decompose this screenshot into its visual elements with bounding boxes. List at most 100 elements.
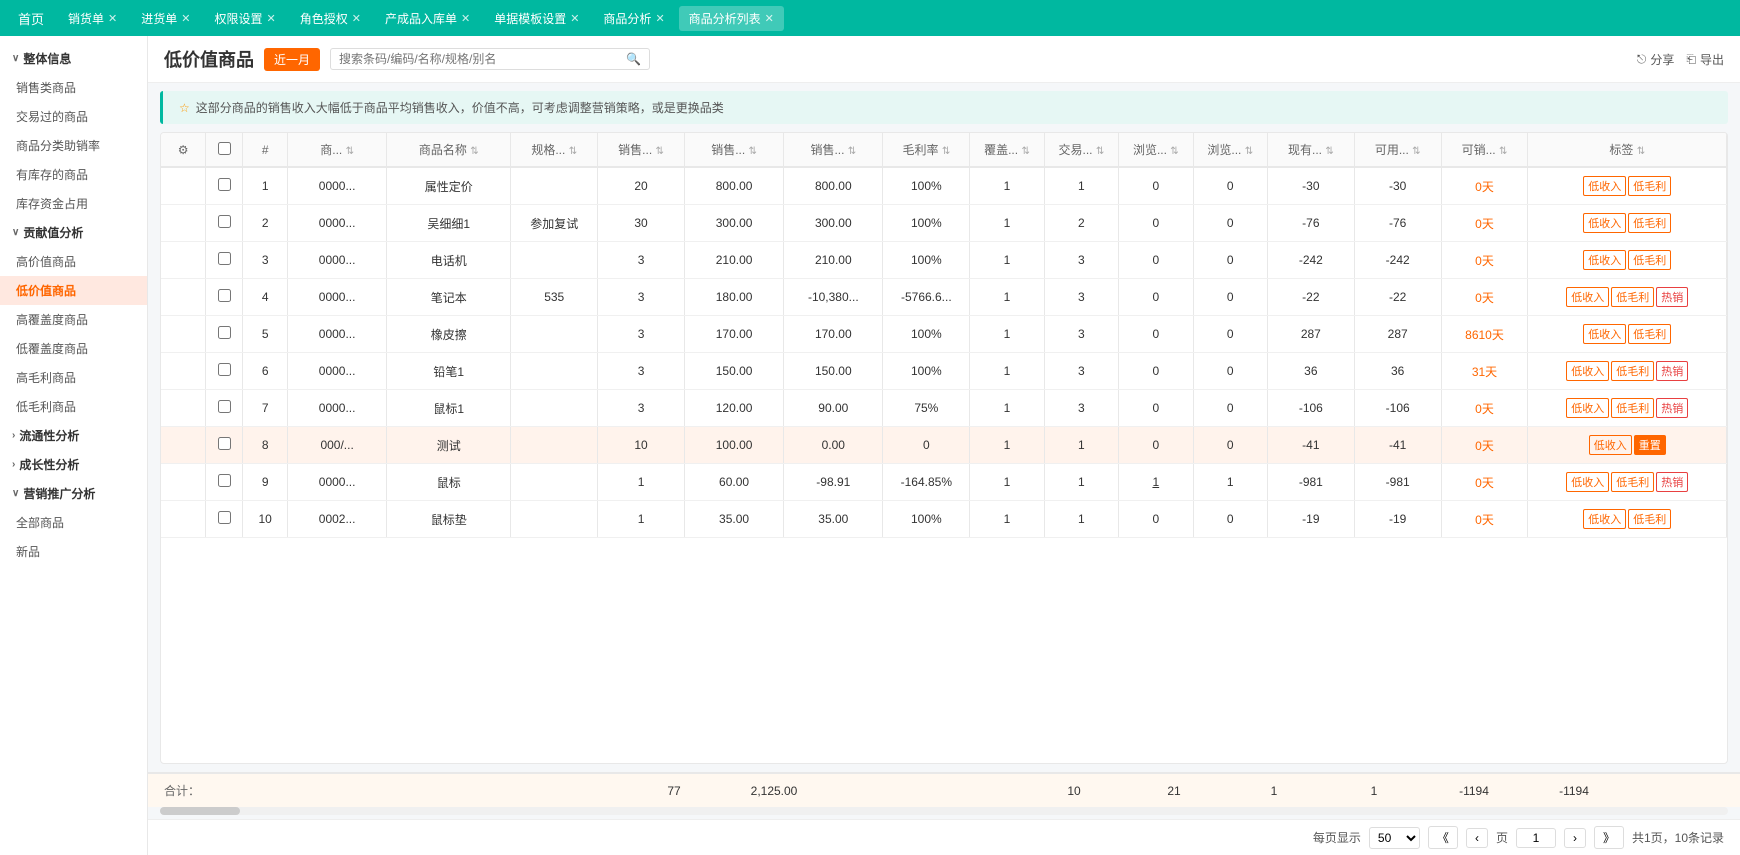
th-name[interactable]: 商品名称 ⇅	[387, 133, 511, 167]
sidebar-item-traded-products[interactable]: 交易过的商品	[0, 102, 147, 131]
sidebar-item-category-rate[interactable]: 商品分类助销率	[0, 131, 147, 160]
sidebar-item-sales-products[interactable]: 销售类商品	[0, 73, 147, 102]
cell-browse1[interactable]: 0	[1119, 316, 1193, 353]
horizontal-scrollbar[interactable]	[160, 807, 1728, 815]
sidebar-group-overall[interactable]: ∨ 整体信息	[0, 44, 147, 73]
close-icon[interactable]: ✕	[570, 12, 579, 25]
close-icon[interactable]: ✕	[267, 12, 276, 25]
sidebar-item-stock-capital[interactable]: 库存资金占用	[0, 189, 147, 218]
sidebar-item-stock-products[interactable]: 有库存的商品	[0, 160, 147, 189]
close-icon[interactable]: ✕	[461, 12, 470, 25]
cell-browse1[interactable]: 0	[1119, 390, 1193, 427]
th-settings[interactable]: ⚙	[161, 133, 206, 167]
page-number-input[interactable]	[1516, 828, 1556, 848]
nav-purchase[interactable]: 进货单 ✕	[131, 6, 200, 31]
row-checkbox[interactable]	[218, 511, 231, 524]
cell-browse1[interactable]: 1	[1119, 464, 1193, 501]
cell-browse1[interactable]: 0	[1119, 279, 1193, 316]
cell-coverage: 1	[970, 279, 1044, 316]
sidebar-item-new-products[interactable]: 新品	[0, 537, 147, 566]
sidebar-item-high-margin[interactable]: 高毛利商品	[0, 363, 147, 392]
cell-browse1[interactable]: 0	[1119, 427, 1193, 464]
search-icon[interactable]: 🔍	[626, 52, 641, 66]
cell-checkbox[interactable]	[206, 464, 243, 501]
prev-page-button[interactable]: ‹	[1466, 828, 1488, 848]
nav-permission[interactable]: 权限设置 ✕	[204, 6, 285, 31]
data-table-container[interactable]: ⚙ # 商... ⇅ 商品名称 ⇅ 规格... ⇅ 销售... ⇅ 销售... …	[160, 132, 1728, 764]
th-col3[interactable]: 销售... ⇅	[784, 133, 883, 167]
last-page-button[interactable]: 》	[1594, 826, 1624, 849]
th-stock3[interactable]: 可销... ⇅	[1441, 133, 1528, 167]
nav-product-analysis[interactable]: 商品分析 ✕	[593, 6, 674, 31]
date-filter-button[interactable]: 近一月	[264, 48, 320, 71]
cell-browse1[interactable]: 0	[1119, 501, 1193, 538]
row-checkbox[interactable]	[218, 178, 231, 191]
th-browse1[interactable]: 浏览... ⇅	[1119, 133, 1193, 167]
sidebar-group-contribution[interactable]: ∨ 贡献值分析	[0, 218, 147, 247]
close-icon[interactable]: ✕	[352, 12, 361, 25]
row-checkbox[interactable]	[218, 474, 231, 487]
th-checkbox[interactable]	[206, 133, 243, 167]
th-stock1[interactable]: 现有... ⇅	[1267, 133, 1354, 167]
search-input[interactable]	[339, 52, 620, 66]
cell-checkbox[interactable]	[206, 427, 243, 464]
next-page-button[interactable]: ›	[1564, 828, 1586, 848]
sidebar-item-all-products[interactable]: 全部商品	[0, 508, 147, 537]
first-page-button[interactable]: 《	[1428, 826, 1458, 849]
export-button[interactable]: ⎗ 导出	[1686, 51, 1724, 68]
cell-browse1[interactable]: 0	[1119, 353, 1193, 390]
cell-checkbox[interactable]	[206, 390, 243, 427]
sidebar-item-low-value[interactable]: 低价值商品	[0, 276, 147, 305]
cell-checkbox[interactable]	[206, 205, 243, 242]
th-margin[interactable]: 毛利率 ⇅	[883, 133, 970, 167]
close-icon[interactable]: ✕	[181, 12, 190, 25]
row-checkbox[interactable]	[218, 437, 231, 450]
cell-checkbox[interactable]	[206, 316, 243, 353]
close-icon[interactable]: ✕	[655, 12, 664, 25]
row-checkbox[interactable]	[218, 215, 231, 228]
sidebar-item-high-coverage[interactable]: 高覆盖度商品	[0, 305, 147, 334]
sidebar-group-liquidity[interactable]: › 流通性分析	[0, 421, 147, 450]
cell-checkbox[interactable]	[206, 501, 243, 538]
nav-home[interactable]: 首页	[8, 5, 54, 32]
sidebar-item-low-coverage[interactable]: 低覆盖度商品	[0, 334, 147, 363]
th-code[interactable]: 商... ⇅	[288, 133, 387, 167]
th-tags[interactable]: 标签 ⇅	[1528, 133, 1727, 167]
per-page-select[interactable]: 50 100 200	[1369, 827, 1420, 849]
cell-checkbox[interactable]	[206, 167, 243, 205]
cell-checkbox[interactable]	[206, 279, 243, 316]
close-icon[interactable]: ✕	[765, 12, 774, 25]
sidebar-group-growth[interactable]: › 成长性分析	[0, 450, 147, 479]
nav-product-analysis-list[interactable]: 商品分析列表 ✕	[679, 6, 784, 31]
sidebar-item-high-value[interactable]: 高价值商品	[0, 247, 147, 276]
cell-browse1[interactable]: 0	[1119, 242, 1193, 279]
th-col2[interactable]: 销售... ⇅	[684, 133, 783, 167]
browse-link[interactable]: 1	[1152, 475, 1159, 489]
header-actions: ⎋ 分享 ⎗ 导出	[1637, 51, 1724, 68]
th-stock2[interactable]: 可用... ⇅	[1354, 133, 1441, 167]
cell-browse1[interactable]: 0	[1119, 205, 1193, 242]
cell-browse1[interactable]: 0	[1119, 167, 1193, 205]
th-coverage[interactable]: 覆盖... ⇅	[970, 133, 1044, 167]
row-checkbox[interactable]	[218, 363, 231, 376]
nav-role[interactable]: 角色授权 ✕	[290, 6, 371, 31]
nav-template[interactable]: 单据模板设置 ✕	[484, 6, 589, 31]
scrollbar-thumb[interactable]	[160, 807, 240, 815]
row-checkbox[interactable]	[218, 252, 231, 265]
share-button[interactable]: ⎋ 分享	[1637, 51, 1675, 68]
close-icon[interactable]: ✕	[108, 12, 117, 25]
nav-sales[interactable]: 销货单 ✕	[58, 6, 127, 31]
th-spec[interactable]: 规格... ⇅	[511, 133, 598, 167]
row-checkbox[interactable]	[218, 326, 231, 339]
select-all-checkbox[interactable]	[218, 142, 231, 155]
th-col1[interactable]: 销售... ⇅	[598, 133, 685, 167]
nav-product-entry[interactable]: 产成品入库单 ✕	[375, 6, 480, 31]
sidebar-item-low-margin[interactable]: 低毛利商品	[0, 392, 147, 421]
cell-checkbox[interactable]	[206, 353, 243, 390]
th-transaction[interactable]: 交易... ⇅	[1044, 133, 1118, 167]
row-checkbox[interactable]	[218, 400, 231, 413]
sidebar-group-marketing[interactable]: ∨ 营销推广分析	[0, 479, 147, 508]
row-checkbox[interactable]	[218, 289, 231, 302]
th-browse2[interactable]: 浏览... ⇅	[1193, 133, 1267, 167]
cell-checkbox[interactable]	[206, 242, 243, 279]
